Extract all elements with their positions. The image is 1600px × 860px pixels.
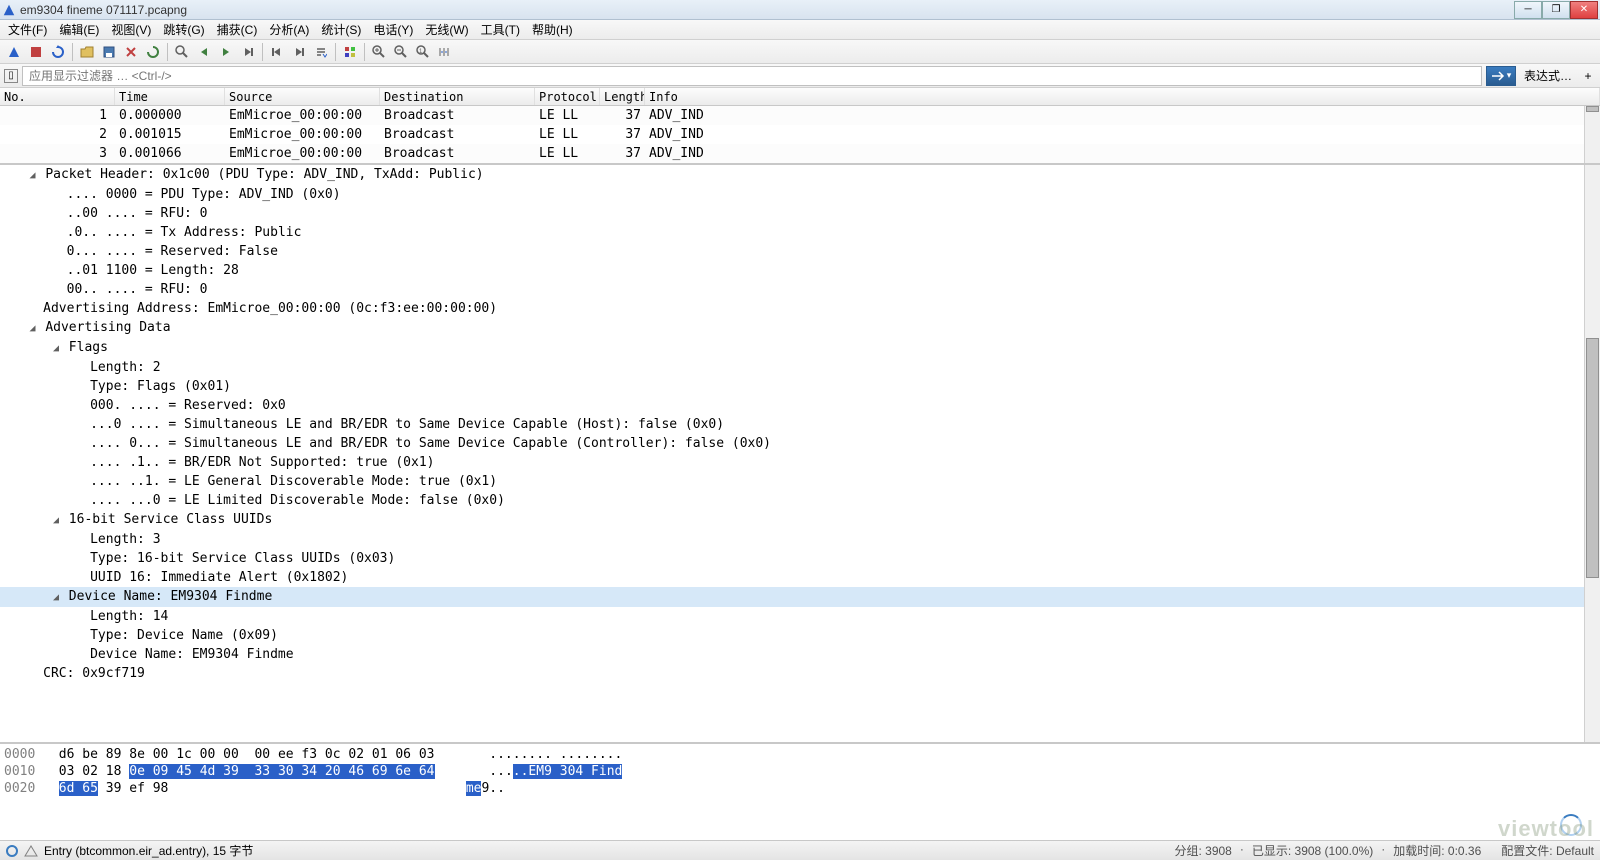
column-info[interactable]: Info xyxy=(645,88,1600,105)
tree-toggle-icon[interactable]: ◢ xyxy=(51,511,61,530)
column-destination[interactable]: Destination xyxy=(380,88,535,105)
status-entry-text: Entry (btcommon.eir_ad.entry), 15 字节 xyxy=(44,842,253,859)
close-file-icon[interactable] xyxy=(121,42,141,62)
tree-toggle-icon[interactable]: ◢ xyxy=(51,588,61,607)
zoom-out-icon[interactable] xyxy=(391,42,411,62)
menu-view[interactable]: 视图(V) xyxy=(105,19,157,40)
menu-stats[interactable]: 统计(S) xyxy=(315,19,367,40)
menu-file[interactable]: 文件(F) xyxy=(2,19,53,40)
main-toolbar: 1 xyxy=(0,40,1600,64)
tree-toggle-icon[interactable]: ◢ xyxy=(27,166,37,185)
maximize-button[interactable]: ❐ xyxy=(1542,1,1570,19)
column-no[interactable]: No. xyxy=(0,88,115,105)
packet-list-header: No. Time Source Destination Protocol Len… xyxy=(0,88,1600,106)
zoom-in-icon[interactable] xyxy=(369,42,389,62)
statusbar: Entry (btcommon.eir_ad.entry), 15 字节 分组:… xyxy=(0,840,1600,860)
go-to-icon[interactable] xyxy=(238,42,258,62)
app-icon xyxy=(2,3,16,17)
column-time[interactable]: Time xyxy=(115,88,225,105)
hex-dump-pane[interactable]: 0000 d6 be 89 8e 00 1c 00 00 00 ee f3 0c… xyxy=(0,742,1600,840)
menu-edit[interactable]: 编辑(E) xyxy=(53,19,105,40)
status-packets: 分组: 3908 xyxy=(1174,842,1231,859)
menu-analyze[interactable]: 分析(A) xyxy=(263,19,315,40)
menu-tools[interactable]: 工具(T) xyxy=(475,19,526,40)
menubar: 文件(F) 编辑(E) 视图(V) 跳转(G) 捕获(C) 分析(A) 统计(S… xyxy=(0,20,1600,40)
menu-telephony[interactable]: 电话(Y) xyxy=(367,19,419,40)
packet-row[interactable]: 3 0.001066 EmMicroe_00:00:00 Broadcast L… xyxy=(0,144,1600,163)
packet-row[interactable]: 1 0.000000 EmMicroe_00:00:00 Broadcast L… xyxy=(0,106,1600,125)
loading-spinner-icon xyxy=(1560,814,1582,836)
packet-list-scrollbar[interactable] xyxy=(1584,106,1600,163)
details-scrollbar[interactable] xyxy=(1584,165,1600,742)
tree-toggle-icon[interactable]: ◢ xyxy=(27,319,37,338)
column-protocol[interactable]: Protocol xyxy=(535,88,600,105)
selected-detail-row[interactable]: ◢ Device Name: EM9304 Findme xyxy=(0,587,1600,607)
go-forward-icon[interactable] xyxy=(216,42,236,62)
display-filter-input[interactable] xyxy=(22,66,1482,86)
auto-scroll-icon[interactable] xyxy=(311,42,331,62)
status-indicator-icon xyxy=(6,845,18,857)
column-length[interactable]: Length xyxy=(600,88,645,105)
tree-toggle-icon[interactable]: ◢ xyxy=(51,339,61,358)
close-button[interactable]: ✕ xyxy=(1570,1,1598,19)
window-title: em9304 fineme 071117.pcapng xyxy=(20,3,1514,17)
column-source[interactable]: Source xyxy=(225,88,380,105)
menu-wireless[interactable]: 无线(W) xyxy=(419,19,474,40)
go-first-icon[interactable] xyxy=(267,42,287,62)
save-file-icon[interactable] xyxy=(99,42,119,62)
go-back-icon[interactable] xyxy=(194,42,214,62)
expression-button[interactable]: 表达式… xyxy=(1520,67,1576,84)
apply-filter-button[interactable]: ▾ xyxy=(1486,66,1516,86)
resize-columns-icon[interactable] xyxy=(435,42,455,62)
menu-help[interactable]: 帮助(H) xyxy=(526,19,579,40)
titlebar: em9304 fineme 071117.pcapng ─ ❐ ✕ xyxy=(0,0,1600,20)
menu-capture[interactable]: 捕获(C) xyxy=(211,19,264,40)
find-icon[interactable] xyxy=(172,42,192,62)
restart-capture-icon[interactable] xyxy=(48,42,68,62)
stop-capture-icon[interactable] xyxy=(26,42,46,62)
colorize-icon[interactable] xyxy=(340,42,360,62)
packet-row[interactable]: 2 0.001015 EmMicroe_00:00:00 Broadcast L… xyxy=(0,125,1600,144)
filter-bar: ▯ ▾ 表达式… + xyxy=(0,64,1600,88)
menu-go[interactable]: 跳转(G) xyxy=(157,19,210,40)
status-load-time: 加载时间: 0:0.36 xyxy=(1393,842,1481,859)
bookmark-icon[interactable]: ▯ xyxy=(4,69,18,83)
expert-info-icon[interactable] xyxy=(24,845,38,857)
status-displayed: 已显示: 3908 (100.0%) xyxy=(1252,842,1373,859)
start-capture-icon[interactable] xyxy=(4,42,24,62)
reload-icon[interactable] xyxy=(143,42,163,62)
status-profile: 配置文件: Default xyxy=(1501,842,1594,859)
arrow-right-icon xyxy=(1491,71,1507,81)
packet-list[interactable]: 1 0.000000 EmMicroe_00:00:00 Broadcast L… xyxy=(0,106,1600,163)
go-last-icon[interactable] xyxy=(289,42,309,62)
minimize-button[interactable]: ─ xyxy=(1514,1,1542,19)
packet-details-pane[interactable]: ◢ Packet Header: 0x1c00 (PDU Type: ADV_I… xyxy=(0,163,1600,742)
add-filter-button[interactable]: + xyxy=(1580,66,1596,86)
open-file-icon[interactable] xyxy=(77,42,97,62)
zoom-reset-icon[interactable]: 1 xyxy=(413,42,433,62)
